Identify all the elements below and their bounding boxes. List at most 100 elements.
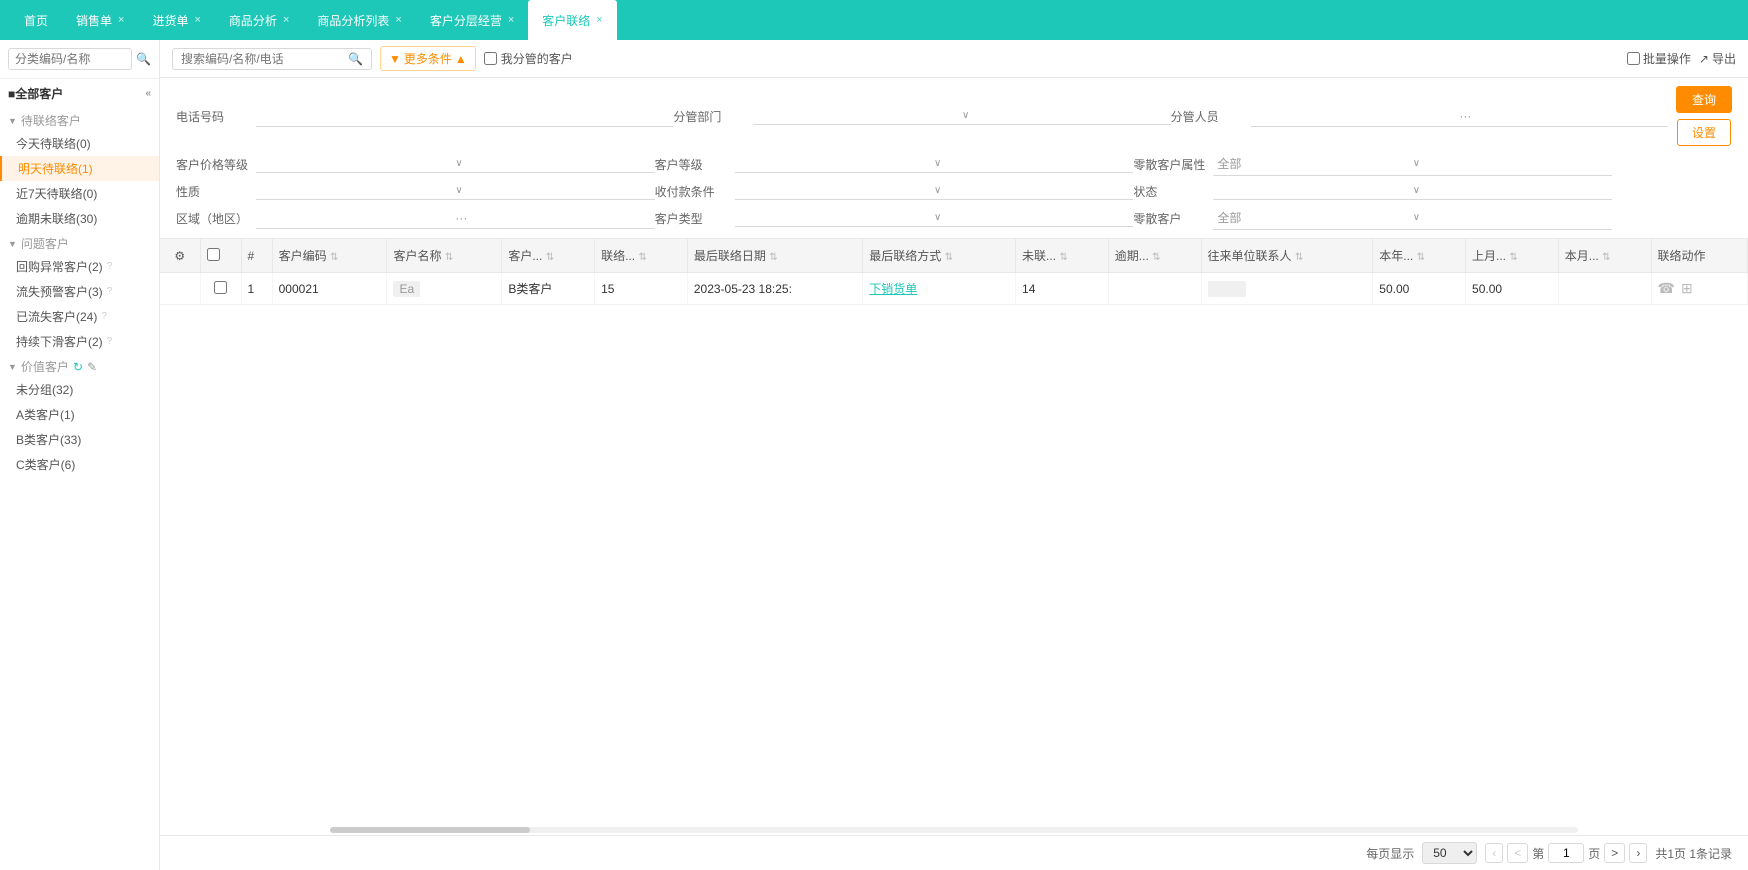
price-level-select[interactable]: ∨	[256, 155, 655, 173]
close-icon[interactable]: ×	[596, 14, 602, 26]
chevron-down-icon: ∨	[1413, 185, 1608, 196]
contacts-col-header[interactable]: 联络... ⇅	[595, 239, 688, 273]
sidebar-item-7days[interactable]: 近7天待联络(0)	[0, 181, 159, 206]
payment-select[interactable]: ∨	[735, 182, 1134, 200]
settings-col-header[interactable]: ⚙	[160, 239, 200, 273]
row-overdue	[1108, 273, 1201, 305]
pagination-nav: ‹ < 第 页 > ›	[1485, 843, 1647, 863]
close-icon[interactable]: ×	[395, 14, 401, 26]
nav-customer-contact[interactable]: 客户联络 ×	[528, 0, 616, 40]
my-customer-check[interactable]	[484, 52, 497, 65]
close-icon[interactable]: ×	[118, 14, 124, 26]
prev-page-button[interactable]: <	[1507, 843, 1528, 863]
contact-phone-icon[interactable]: ☎	[1658, 280, 1675, 297]
batch-checkbox[interactable]	[1627, 52, 1640, 65]
dept-select[interactable]: ∨	[753, 107, 1170, 125]
help-icon[interactable]: ?	[107, 286, 113, 297]
help-icon[interactable]: ?	[107, 261, 113, 272]
code-col-header[interactable]: 客户编码 ⇅	[272, 239, 387, 273]
nav-sales[interactable]: 销售单 ×	[62, 0, 138, 40]
row-last-month: 50.00	[1466, 273, 1559, 305]
close-icon[interactable]: ×	[508, 14, 514, 26]
sidebar-item-class-a[interactable]: A类客户(1)	[0, 402, 159, 427]
set-button[interactable]: 设置	[1677, 119, 1731, 146]
close-icon[interactable]: ×	[283, 14, 289, 26]
sidebar-item-ungrouped[interactable]: 未分组(32)	[0, 377, 159, 402]
last-page-button[interactable]: ›	[1629, 843, 1647, 863]
scroll-bar[interactable]	[160, 825, 1748, 835]
page-number-input[interactable]	[1548, 843, 1584, 863]
customer-type-select[interactable]: ∨	[735, 209, 1134, 227]
sort-icon: ⇅	[330, 252, 338, 263]
help-icon[interactable]: ?	[107, 336, 113, 347]
next-page-button[interactable]: >	[1604, 843, 1625, 863]
status-select[interactable]: ∨	[1213, 182, 1612, 200]
nav-analysis-list[interactable]: 商品分析列表 ×	[303, 0, 415, 40]
chevron-down-icon: ∨	[455, 158, 650, 169]
this-year-col-header[interactable]: 本年... ⇅	[1373, 239, 1466, 273]
help-icon[interactable]: ?	[101, 311, 107, 322]
sidebar-item-repurchase-abnormal[interactable]: 回购异常客户(2) ?	[0, 254, 159, 279]
export-button[interactable]: ↗ 导出	[1699, 50, 1736, 67]
row-type: B类客户	[502, 273, 595, 305]
retail-customer-select[interactable]: 全部 ∨	[1213, 206, 1612, 230]
sidebar-search-input[interactable]	[8, 48, 132, 70]
overdue-col-header[interactable]: 逾期... ⇅	[1108, 239, 1201, 273]
first-page-button[interactable]: ‹	[1485, 843, 1503, 863]
sidebar-group-problem: 问题客户	[0, 231, 159, 254]
grid-icon[interactable]: ⊞	[1681, 280, 1693, 297]
sidebar-item-class-c[interactable]: C类客户(6)	[0, 452, 159, 477]
uncontacted-col-header[interactable]: 未联... ⇅	[1016, 239, 1109, 273]
nav-analysis[interactable]: 商品分析 ×	[215, 0, 303, 40]
name-col-header[interactable]: 客户名称 ⇅	[387, 239, 502, 273]
type-col-header[interactable]: 客户... ⇅	[502, 239, 595, 273]
retail-attr-select[interactable]: 全部 ∨	[1213, 152, 1612, 176]
sort-icon: ⇅	[638, 252, 646, 263]
sidebar-item-lost[interactable]: 已流失客户(24) ?	[0, 304, 159, 329]
sidebar-item-today[interactable]: 今天待联络(0)	[0, 131, 159, 156]
page-size-select[interactable]: 50 100 200	[1422, 842, 1477, 864]
filter-btn-group: 查询 设置	[1676, 86, 1732, 146]
more-filter-button[interactable]: ▼ 更多条件 ▲	[380, 46, 476, 71]
row-num: 1	[241, 273, 272, 305]
scroll-thumb[interactable]	[330, 827, 530, 833]
sort-icon: ⇅	[1152, 252, 1160, 263]
search-input[interactable]	[181, 52, 348, 66]
refresh-icon[interactable]: ↻	[73, 360, 83, 374]
filter-row-1: 电话号码 分管部门 ∨ 分管人员 ···	[176, 86, 1732, 146]
last-month-col-header[interactable]: 上月... ⇅	[1466, 239, 1559, 273]
query-button[interactable]: 查询	[1676, 86, 1732, 113]
sidebar-item-tomorrow[interactable]: 明天待联络(1)	[0, 156, 159, 181]
row-last-contact-way[interactable]: 下销货单	[863, 273, 1016, 305]
select-all-checkbox[interactable]	[207, 248, 220, 261]
phone-input[interactable]	[256, 106, 673, 127]
sidebar-item-class-b[interactable]: B类客户(33)	[0, 427, 159, 452]
row-uncontacted: 14	[1016, 273, 1109, 305]
customer-level-select[interactable]: ∨	[735, 155, 1134, 173]
close-icon[interactable]: ×	[194, 14, 200, 26]
nature-select[interactable]: ∨	[256, 182, 655, 200]
my-customer-checkbox[interactable]: 我分管的客户	[484, 50, 573, 67]
last-contact-date-col-header[interactable]: 最后联络日期 ⇅	[687, 239, 862, 273]
nav-customer-layering[interactable]: 客户分层经营 ×	[416, 0, 528, 40]
nav-home[interactable]: 首页	[10, 0, 62, 40]
edit-icon[interactable]: ✎	[87, 360, 97, 374]
search-icon[interactable]: 🔍	[136, 52, 151, 66]
filter-dept: 分管部门 ∨	[673, 107, 1170, 125]
sidebar-item-overdue[interactable]: 逾期未联络(30)	[0, 206, 159, 231]
chevron-down-icon: ∨	[1413, 158, 1608, 169]
sidebar-all-customers[interactable]: ■ 全部客户 «	[0, 79, 159, 108]
collapse-icon: «	[145, 88, 151, 99]
more-icon: ···	[1459, 109, 1664, 123]
last-contact-way-col-header[interactable]: 最后联络方式 ⇅	[863, 239, 1016, 273]
batch-op-button[interactable]: 批量操作	[1627, 50, 1691, 67]
sidebar-item-lost-warning[interactable]: 流失预警客户(3) ?	[0, 279, 159, 304]
this-month-col-header[interactable]: 本月... ⇅	[1558, 239, 1651, 273]
region-select[interactable]: ···	[256, 208, 655, 229]
nav-purchase[interactable]: 进货单 ×	[138, 0, 214, 40]
sidebar-item-declining[interactable]: 持续下滑客户(2) ?	[0, 329, 159, 354]
unit-contact-col-header[interactable]: 往来单位联系人 ⇅	[1201, 239, 1373, 273]
row-checkbox[interactable]	[200, 273, 241, 305]
person-select[interactable]: ···	[1251, 106, 1668, 127]
search-icon[interactable]: 🔍	[348, 52, 363, 66]
